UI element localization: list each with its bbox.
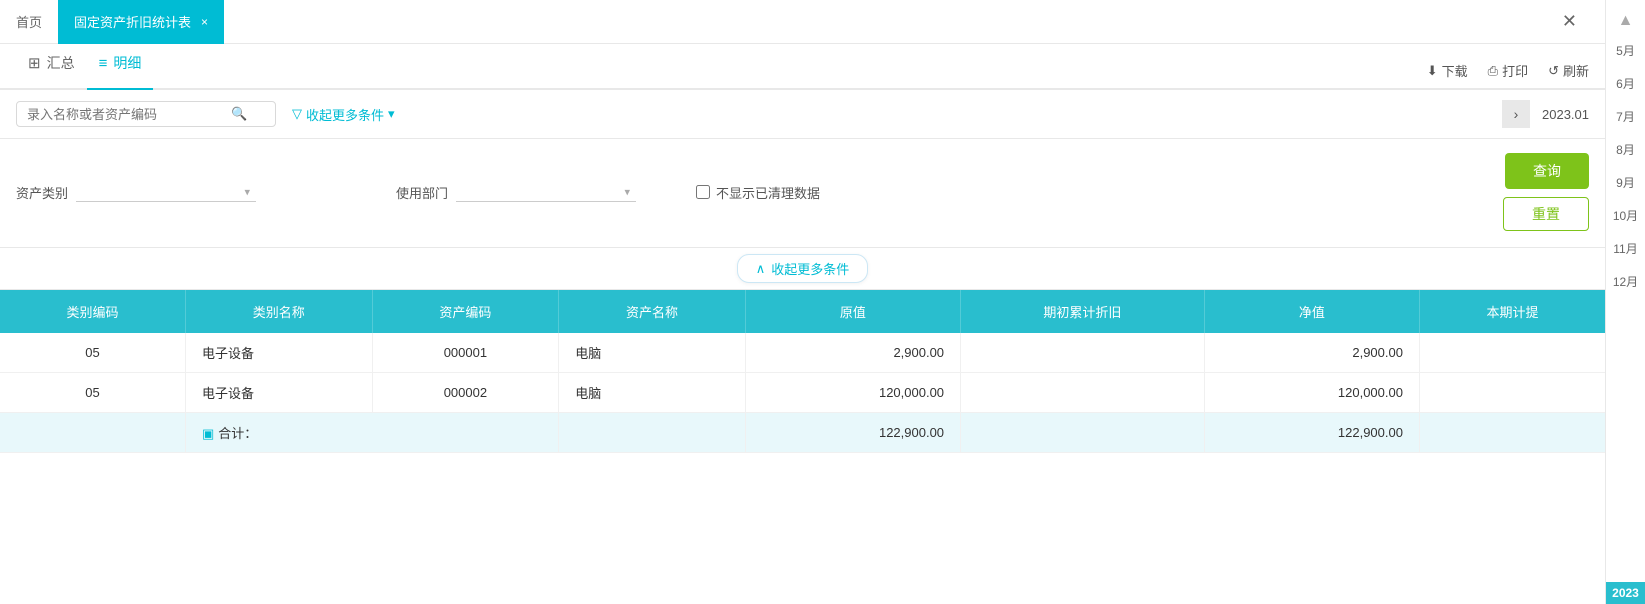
detail-icon: ≡ xyxy=(99,55,108,72)
nav-tab-label: 固定资产折旧统计表 xyxy=(74,12,191,31)
cell-category-name: 电子设备 xyxy=(186,333,373,373)
col-category-code: 类别编码 xyxy=(0,290,186,333)
total-accumulated-depreciation xyxy=(961,413,1205,453)
table-row: 05 电子设备 000001 电脑 2,900.00 2,900.00 xyxy=(0,333,1605,373)
total-label: ▣合计： xyxy=(186,413,559,453)
col-net-value: 净值 xyxy=(1204,290,1419,333)
asset-category-select[interactable] xyxy=(76,182,256,202)
cell-asset-code: 000001 xyxy=(372,333,559,373)
col-asset-code: 资产编码 xyxy=(372,290,559,333)
tab-bar: ⊞ 汇总 ≡ 明细 ⬇ 下载 ⎙ 打印 ↺ 刷新 xyxy=(0,44,1605,90)
query-button[interactable]: 查询 xyxy=(1505,153,1589,189)
cell-asset-name: 电脑 xyxy=(559,333,746,373)
collapse-label: 收起更多条件 xyxy=(771,259,849,278)
more-conditions-button[interactable]: ▽ 收起更多条件 ▾ xyxy=(292,105,395,124)
filter-bar: 🔍 ▽ 收起更多条件 ▾ › 2023.01 xyxy=(0,90,1605,139)
collapse-row: ∧ 收起更多条件 xyxy=(0,248,1605,290)
cell-asset-name: 电脑 xyxy=(559,373,746,413)
summary-icon: ⊞ xyxy=(28,54,41,72)
nav-home[interactable]: 首页 xyxy=(12,12,58,31)
cell-net-value: 2,900.00 xyxy=(1204,333,1419,373)
download-icon: ⬇ xyxy=(1427,63,1438,79)
sidebar-scroll-up[interactable]: ▲ xyxy=(1614,8,1638,34)
sidebar-month-item[interactable]: 8月 xyxy=(1613,133,1638,166)
col-accumulated-depreciation: 期初累计折旧 xyxy=(961,290,1205,333)
filter-icon: ▽ xyxy=(292,106,302,122)
reset-button[interactable]: 重置 xyxy=(1503,197,1589,231)
refresh-button[interactable]: ↺ 刷新 xyxy=(1548,61,1589,80)
cell-current-depreciation xyxy=(1419,373,1605,413)
tab-summary[interactable]: ⊞ 汇总 xyxy=(16,46,87,90)
total-asset-name xyxy=(559,413,746,453)
col-asset-name: 资产名称 xyxy=(559,290,746,333)
print-label: 打印 xyxy=(1502,61,1528,80)
col-current-depreciation: 本期计提 xyxy=(1419,290,1605,333)
sidebar-month-item[interactable]: 10月 xyxy=(1613,199,1638,232)
sidebar-month-item[interactable]: 7月 xyxy=(1613,100,1638,133)
download-button[interactable]: ⬇ 下载 xyxy=(1427,61,1468,80)
advanced-filter: 资产类别 使用部门 不显示已清理数据 xyxy=(0,139,1605,248)
sidebar-month-item[interactable]: 9月 xyxy=(1613,166,1638,199)
total-label-cell xyxy=(0,413,186,453)
search-input[interactable] xyxy=(27,107,227,122)
action-buttons: 查询 重置 xyxy=(1503,153,1589,231)
sidebar-year-badge: 2023 xyxy=(1606,582,1645,604)
more-conditions-chevron: ▾ xyxy=(388,106,395,122)
cell-category-code: 05 xyxy=(0,333,186,373)
department-label: 使用部门 xyxy=(396,183,448,202)
cell-net-value: 120,000.00 xyxy=(1204,373,1419,413)
department-select[interactable] xyxy=(456,182,636,202)
year-display: 2023.01 xyxy=(1542,107,1589,122)
data-table-wrap: 类别编码 类别名称 资产编码 资产名称 原值 期初累计折旧 净值 本期计提 05… xyxy=(0,290,1605,604)
sidebar-month-item[interactable]: 5月 xyxy=(1613,34,1638,67)
collapse-button[interactable]: ∧ 收起更多条件 xyxy=(737,254,869,283)
data-table: 类别编码 类别名称 资产编码 资产名称 原值 期初累计折旧 净值 本期计提 05… xyxy=(0,290,1605,453)
cell-current-depreciation xyxy=(1419,333,1605,373)
top-nav: 首页 固定资产折旧统计表 × ✕ xyxy=(0,0,1605,44)
department-field: 使用部门 xyxy=(396,182,636,202)
cell-asset-code: 000002 xyxy=(372,373,559,413)
hide-cleared-label: 不显示已清理数据 xyxy=(716,183,820,202)
more-conditions-label: 收起更多条件 xyxy=(306,105,384,124)
tab-summary-label: 汇总 xyxy=(47,53,75,73)
window-close-button[interactable]: ✕ xyxy=(1554,11,1585,32)
total-original-value: 122,900.00 xyxy=(745,413,960,453)
cell-category-name: 电子设备 xyxy=(186,373,373,413)
search-icon[interactable]: 🔍 xyxy=(231,106,247,122)
refresh-label: 刷新 xyxy=(1563,61,1589,80)
col-category-name: 类别名称 xyxy=(186,290,373,333)
table-header-row: 类别编码 类别名称 资产编码 资产名称 原值 期初累计折旧 净值 本期计提 xyxy=(0,290,1605,333)
total-current-depreciation xyxy=(1419,413,1605,453)
print-button[interactable]: ⎙ 打印 xyxy=(1488,61,1528,80)
cell-accumulated-depreciation xyxy=(961,373,1205,413)
nav-tab-close-icon[interactable]: × xyxy=(201,15,208,29)
table-row: 05 电子设备 000002 电脑 120,000.00 120,000.00 xyxy=(0,373,1605,413)
hide-cleared-checkbox[interactable] xyxy=(696,185,710,199)
asset-category-field: 资产类别 xyxy=(16,182,256,202)
print-icon: ⎙ xyxy=(1488,63,1498,79)
tab-detail[interactable]: ≡ 明细 xyxy=(87,46,154,90)
tab-actions: ⬇ 下载 ⎙ 打印 ↺ 刷新 xyxy=(1427,61,1589,88)
sidebar-month-item[interactable]: 6月 xyxy=(1613,67,1638,100)
refresh-icon: ↺ xyxy=(1548,63,1559,79)
sidebar-month-item[interactable]: 12月 xyxy=(1613,265,1638,298)
collapse-icon: ∧ xyxy=(756,261,766,277)
cell-category-code: 05 xyxy=(0,373,186,413)
right-sidebar: ▲ 5月6月7月8月9月10月11月12月 2023 xyxy=(1605,0,1645,604)
asset-category-label: 资产类别 xyxy=(16,183,68,202)
tab-detail-label: 明细 xyxy=(113,53,141,73)
total-row: ▣合计： 122,900.00 122,900.00 xyxy=(0,413,1605,453)
search-wrap: 🔍 xyxy=(16,101,276,127)
hide-cleared-wrap: 不显示已清理数据 xyxy=(696,183,820,202)
cell-accumulated-depreciation xyxy=(961,333,1205,373)
col-original-value: 原值 xyxy=(745,290,960,333)
download-label: 下载 xyxy=(1442,61,1468,80)
nav-tab[interactable]: 固定资产折旧统计表 × xyxy=(58,0,224,44)
cell-original-value: 2,900.00 xyxy=(745,333,960,373)
filter-arrow-button[interactable]: › xyxy=(1502,100,1530,128)
cell-original-value: 120,000.00 xyxy=(745,373,960,413)
sidebar-month-item[interactable]: 11月 xyxy=(1613,232,1638,265)
total-net-value: 122,900.00 xyxy=(1204,413,1419,453)
